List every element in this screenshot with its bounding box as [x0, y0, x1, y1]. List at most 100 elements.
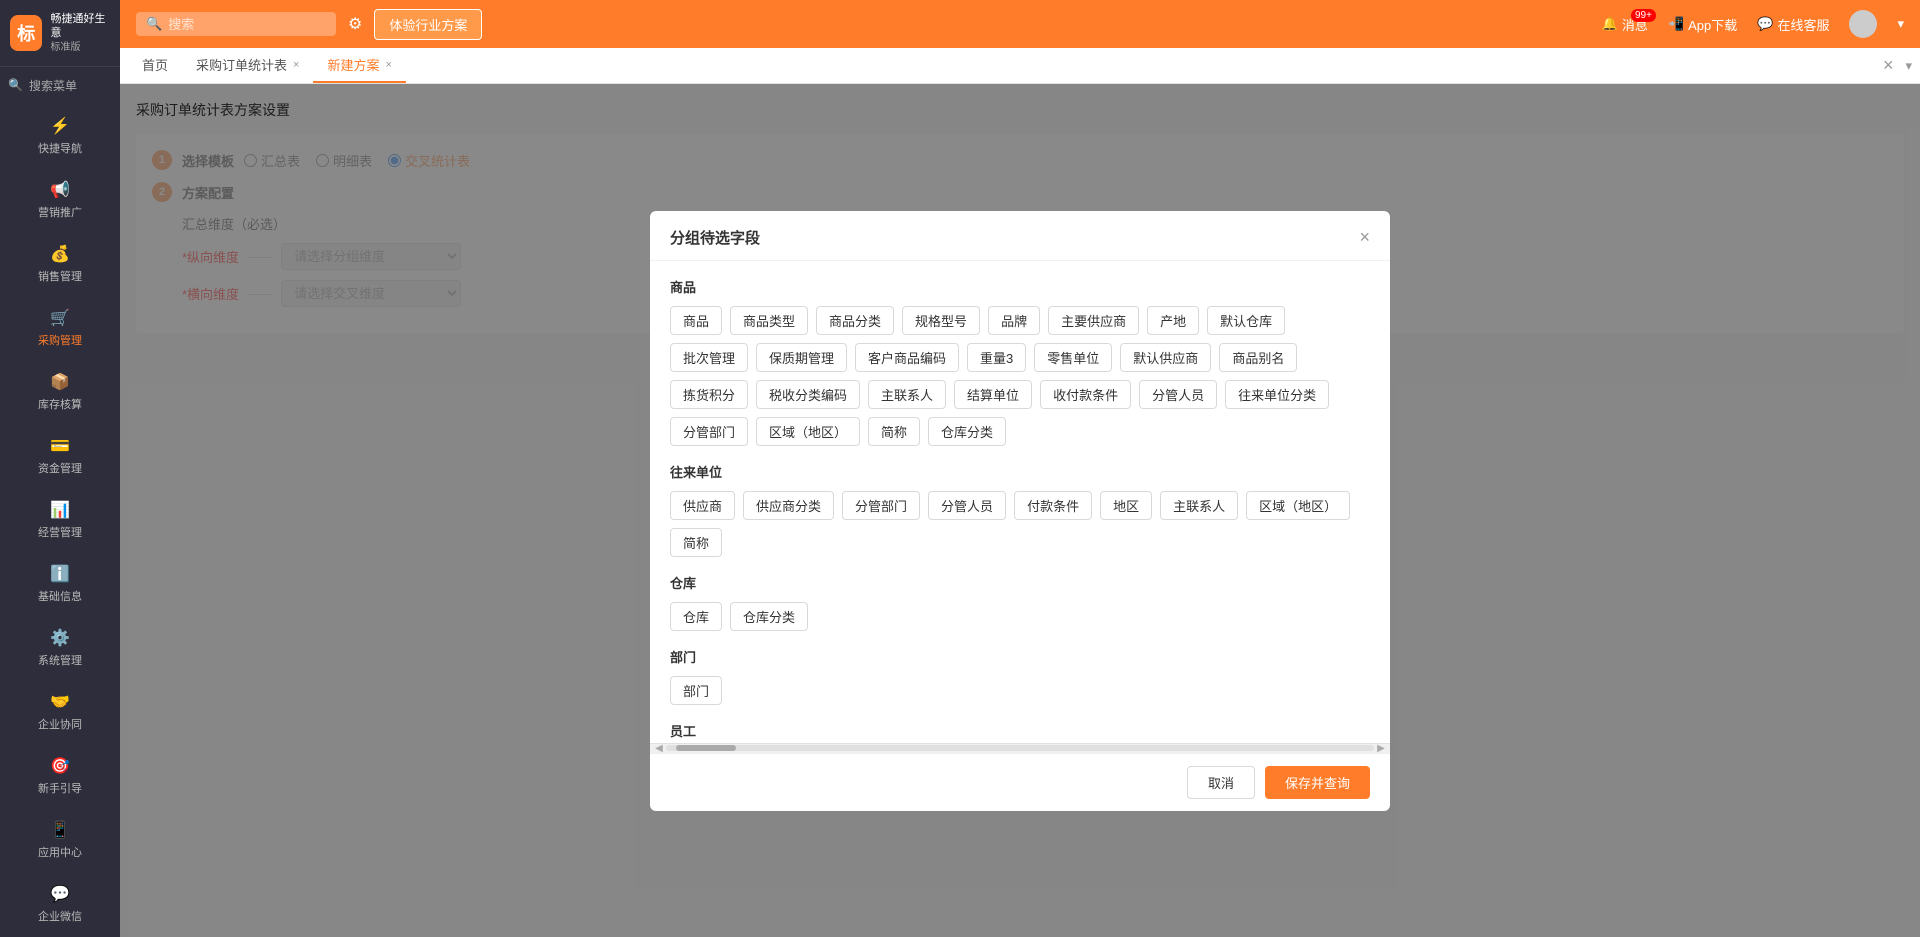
- tag-商品类型[interactable]: 商品类型: [730, 306, 808, 335]
- tag-税收分类编码[interactable]: 税收分类编码: [756, 380, 860, 409]
- tag-分管人员[interactable]: 分管人员: [928, 491, 1006, 520]
- tag-保质期管理[interactable]: 保质期管理: [756, 343, 847, 372]
- modal-title: 分组待选字段: [670, 227, 760, 248]
- tag-批次管理[interactable]: 批次管理: [670, 343, 748, 372]
- tag-拣货积分[interactable]: 拣货积分: [670, 380, 748, 409]
- settings-gear-button[interactable]: ⚙: [348, 14, 362, 34]
- tab-purchase-stats[interactable]: 采购订单统计表 ×: [182, 48, 313, 83]
- tag-主联系人[interactable]: 主联系人: [868, 380, 946, 409]
- experience-button[interactable]: 体验行业方案: [374, 9, 482, 40]
- operations-icon: 📊: [50, 500, 70, 520]
- tag-规格型号[interactable]: 规格型号: [902, 306, 980, 335]
- tab-new-plan-close[interactable]: ×: [385, 59, 391, 71]
- notification-item[interactable]: 🔔 消息 99+: [1602, 15, 1648, 34]
- tab-close-all[interactable]: ×: [1875, 48, 1902, 83]
- app-download-item[interactable]: 📲 App下载: [1668, 15, 1737, 34]
- sidebar-item-wechat[interactable]: 💬 企业微信: [0, 872, 120, 936]
- tag-仓库分类[interactable]: 仓库分类: [730, 602, 808, 631]
- header-search-input[interactable]: [168, 17, 308, 32]
- tag-简称[interactable]: 简称: [670, 528, 722, 557]
- tag-往来单位分类[interactable]: 往来单位分类: [1225, 380, 1329, 409]
- sidebar: 标 畅捷通好生意 标准版 🔍 搜索菜单 ⚡ 快捷导航 📢 营销推广 💰 销售管理…: [0, 0, 120, 937]
- tab-purchase-stats-close[interactable]: ×: [293, 59, 299, 71]
- sidebar-item-sales[interactable]: 💰 销售管理: [0, 232, 120, 296]
- tag-供应商分类[interactable]: 供应商分类: [743, 491, 834, 520]
- modal-body[interactable]: 商品商品商品类型商品分类规格型号品牌主要供应商产地默认仓库批次管理保质期管理客户…: [650, 261, 1390, 743]
- tag-分管部门[interactable]: 分管部门: [670, 417, 748, 446]
- tag-地区[interactable]: 地区: [1100, 491, 1152, 520]
- quick-nav-icon: ⚡: [50, 116, 70, 136]
- tag-客户商品编码[interactable]: 客户商品编码: [855, 343, 959, 372]
- tag-部门[interactable]: 部门: [670, 676, 722, 705]
- tag-group-warehouse: 仓库仓库分类: [670, 602, 1370, 631]
- tag-商品[interactable]: 商品: [670, 306, 722, 335]
- sidebar-item-appcenter[interactable]: 📱 应用中心: [0, 808, 120, 872]
- sidebar-item-guide[interactable]: 🎯 新手引导: [0, 744, 120, 808]
- tag-结算单位[interactable]: 结算单位: [954, 380, 1032, 409]
- tag-付款条件[interactable]: 付款条件: [1014, 491, 1092, 520]
- scroll-thumb[interactable]: [676, 745, 736, 751]
- user-avatar[interactable]: [1849, 10, 1877, 38]
- tag-仓库分类[interactable]: 仓库分类: [928, 417, 1006, 446]
- sidebar-item-marketing[interactable]: 📢 营销推广: [0, 168, 120, 232]
- logo-text: 畅捷通好生意 标准版: [50, 12, 110, 54]
- sidebar-item-basics[interactable]: ℹ️ 基础信息: [0, 552, 120, 616]
- sidebar-item-inventory[interactable]: 📦 库存核算: [0, 360, 120, 424]
- tag-主要供应商[interactable]: 主要供应商: [1048, 306, 1139, 335]
- search-menu-item[interactable]: 🔍 搜索菜单: [0, 67, 120, 104]
- sidebar-item-finance[interactable]: 💳 资金管理: [0, 424, 120, 488]
- header-search-box[interactable]: 🔍: [136, 12, 336, 36]
- tab-new-plan[interactable]: 新建方案 ×: [313, 48, 405, 83]
- online-service-icon: 💬: [1757, 16, 1773, 32]
- header: 🔍 ⚙ 体验行业方案 🔔 消息 99+ 📲 App下载 💬 在线客服 ▾: [120, 0, 1920, 48]
- tag-商品别名[interactable]: 商品别名: [1219, 343, 1297, 372]
- tag-零售单位[interactable]: 零售单位: [1034, 343, 1112, 372]
- modal-horizontal-scrollbar[interactable]: ◀ ▶: [650, 743, 1390, 753]
- tag-重量3[interactable]: 重量3: [967, 343, 1026, 372]
- tag-默认仓库[interactable]: 默认仓库: [1207, 306, 1285, 335]
- tag-区域（地区）[interactable]: 区域（地区）: [1246, 491, 1350, 520]
- tag-收付款条件[interactable]: 收付款条件: [1040, 380, 1131, 409]
- notification-icon: 🔔: [1602, 16, 1618, 32]
- tag-主联系人[interactable]: 主联系人: [1160, 491, 1238, 520]
- user-menu-chevron[interactable]: ▾: [1897, 16, 1904, 32]
- marketing-icon: 📢: [50, 180, 70, 200]
- sidebar-item-system[interactable]: ⚙️ 系统管理: [0, 616, 120, 680]
- notification-badge: 99+: [1631, 9, 1656, 22]
- tag-group-department: 部门: [670, 676, 1370, 705]
- sidebar-item-enterprise[interactable]: 🤝 企业协同: [0, 680, 120, 744]
- sidebar-item-operations[interactable]: 📊 经营管理: [0, 488, 120, 552]
- sidebar-item-quick-nav[interactable]: ⚡ 快捷导航: [0, 104, 120, 168]
- appcenter-icon: 📱: [50, 820, 70, 840]
- tab-bar: 首页 采购订单统计表 × 新建方案 × × ▾: [120, 48, 1920, 84]
- system-icon: ⚙️: [50, 628, 70, 648]
- sidebar-item-purchase[interactable]: 🛒 采购管理: [0, 296, 120, 360]
- tag-商品分类[interactable]: 商品分类: [816, 306, 894, 335]
- tag-默认供应商[interactable]: 默认供应商: [1120, 343, 1211, 372]
- section-title-employee: 员工: [670, 721, 1370, 740]
- tag-产地[interactable]: 产地: [1147, 306, 1199, 335]
- modal-cancel-button[interactable]: 取消: [1187, 766, 1255, 799]
- purchase-icon: 🛒: [50, 308, 70, 328]
- tag-简称[interactable]: 简称: [868, 417, 920, 446]
- wechat-icon: 💬: [50, 884, 70, 904]
- online-service-item[interactable]: 💬 在线客服: [1757, 15, 1829, 34]
- tag-group-goods: 商品商品类型商品分类规格型号品牌主要供应商产地默认仓库批次管理保质期管理客户商品…: [670, 306, 1370, 446]
- tag-仓库[interactable]: 仓库: [670, 602, 722, 631]
- tab-home[interactable]: 首页: [128, 48, 182, 83]
- guide-icon: 🎯: [50, 756, 70, 776]
- inventory-icon: 📦: [50, 372, 70, 392]
- header-right: 🔔 消息 99+ 📲 App下载 💬 在线客服 ▾: [1602, 10, 1904, 38]
- modal-header: 分组待选字段 ×: [650, 211, 1390, 261]
- tag-区域（地区）[interactable]: 区域（地区）: [756, 417, 860, 446]
- modal-confirm-button[interactable]: 保存并查询: [1265, 766, 1370, 799]
- app-download-icon: 📲: [1668, 16, 1684, 32]
- modal-close-button[interactable]: ×: [1359, 227, 1370, 248]
- tag-品牌[interactable]: 品牌: [988, 306, 1040, 335]
- header-search-icon: 🔍: [146, 16, 162, 32]
- tag-供应商[interactable]: 供应商: [670, 491, 735, 520]
- tag-分管人员[interactable]: 分管人员: [1139, 380, 1217, 409]
- tab-more[interactable]: ▾: [1905, 48, 1912, 83]
- scroll-track[interactable]: [666, 745, 1374, 751]
- tag-分管部门[interactable]: 分管部门: [842, 491, 920, 520]
